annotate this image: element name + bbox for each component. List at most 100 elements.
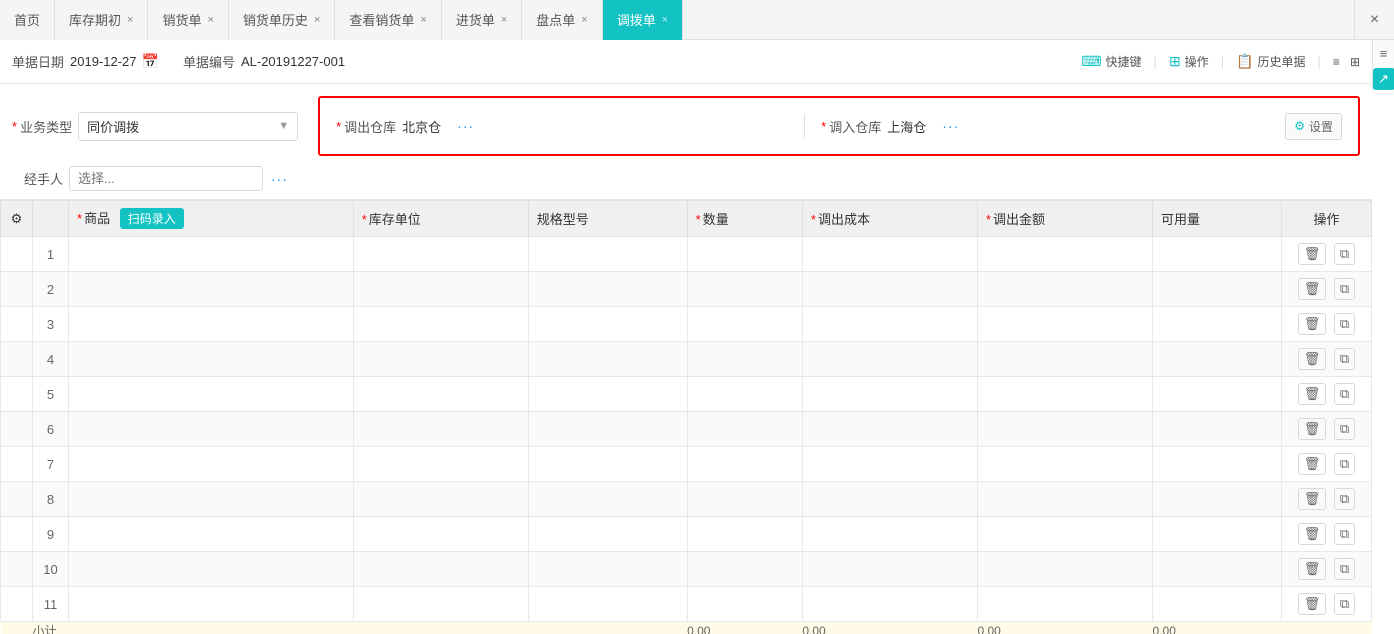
close-tab-sales-order[interactable]: ×	[207, 14, 213, 26]
copy-row-button[interactable]: ⧉	[1334, 348, 1355, 370]
delete-row-button[interactable]: 🗑	[1298, 348, 1327, 370]
row-qty-cell[interactable]	[687, 587, 802, 622]
row-available-cell[interactable]	[1153, 447, 1282, 482]
row-unit-cell[interactable]	[353, 517, 528, 552]
row-qty-cell[interactable]	[687, 377, 802, 412]
row-amount-cell[interactable]	[977, 377, 1152, 412]
row-available-cell[interactable]	[1153, 552, 1282, 587]
row-spec-cell[interactable]	[528, 412, 687, 447]
handler-more-button[interactable]: ···	[271, 171, 288, 187]
row-unit-cell[interactable]	[353, 377, 528, 412]
row-cost-cell[interactable]	[802, 272, 977, 307]
row-cost-cell[interactable]	[802, 517, 977, 552]
row-cost-cell[interactable]	[802, 342, 977, 377]
row-unit-cell[interactable]	[353, 412, 528, 447]
row-unit-cell[interactable]	[353, 447, 528, 482]
tab-home[interactable]: 首页	[0, 0, 55, 40]
copy-row-button[interactable]: ⧉	[1334, 278, 1355, 300]
row-qty-cell[interactable]	[687, 342, 802, 377]
copy-row-button[interactable]: ⧉	[1334, 243, 1355, 265]
business-type-dropdown[interactable]: 同价调拨 ▼	[78, 112, 298, 141]
row-available-cell[interactable]	[1153, 517, 1282, 552]
row-product-cell[interactable]	[69, 237, 354, 272]
tab-view-sales[interactable]: 查看销货单 ×	[335, 0, 441, 40]
row-spec-cell[interactable]	[528, 307, 687, 342]
history-button[interactable]: 📋 历史单据	[1236, 53, 1305, 70]
row-unit-cell[interactable]	[353, 237, 528, 272]
row-qty-cell[interactable]	[687, 517, 802, 552]
copy-row-button[interactable]: ⧉	[1334, 313, 1355, 335]
row-cost-cell[interactable]	[802, 587, 977, 622]
row-unit-cell[interactable]	[353, 307, 528, 342]
row-spec-cell[interactable]	[528, 447, 687, 482]
row-available-cell[interactable]	[1153, 482, 1282, 517]
tab-stocktake[interactable]: 盘点单 ×	[522, 0, 602, 40]
row-cost-cell[interactable]	[802, 307, 977, 342]
row-spec-cell[interactable]	[528, 552, 687, 587]
row-unit-cell[interactable]	[353, 272, 528, 307]
close-all-tabs-button[interactable]: ×	[1354, 0, 1394, 40]
row-qty-cell[interactable]	[687, 412, 802, 447]
copy-row-button[interactable]: ⧉	[1334, 453, 1355, 475]
row-cost-cell[interactable]	[802, 447, 977, 482]
row-amount-cell[interactable]	[977, 552, 1152, 587]
th-gear[interactable]: ⚙	[1, 201, 33, 237]
row-spec-cell[interactable]	[528, 517, 687, 552]
row-available-cell[interactable]	[1153, 377, 1282, 412]
row-available-cell[interactable]	[1153, 587, 1282, 622]
row-cost-cell[interactable]	[802, 377, 977, 412]
tab-sales-history[interactable]: 销货单历史 ×	[229, 0, 335, 40]
copy-row-button[interactable]: ⧉	[1334, 523, 1355, 545]
panel-list-icon[interactable]: ≡	[1375, 44, 1393, 62]
row-product-cell[interactable]	[69, 412, 354, 447]
row-qty-cell[interactable]	[687, 482, 802, 517]
row-cost-cell[interactable]	[802, 552, 977, 587]
row-product-cell[interactable]	[69, 587, 354, 622]
shortcuts-button[interactable]: ⌨ 快捷键	[1081, 53, 1141, 70]
row-unit-cell[interactable]	[353, 552, 528, 587]
row-available-cell[interactable]	[1153, 307, 1282, 342]
row-cost-cell[interactable]	[802, 482, 977, 517]
row-amount-cell[interactable]	[977, 412, 1152, 447]
row-unit-cell[interactable]	[353, 482, 528, 517]
warehouse-out-more-button[interactable]: ···	[457, 118, 474, 134]
row-qty-cell[interactable]	[687, 307, 802, 342]
row-product-cell[interactable]	[69, 517, 354, 552]
row-spec-cell[interactable]	[528, 237, 687, 272]
delete-row-button[interactable]: 🗑	[1298, 523, 1327, 545]
row-product-cell[interactable]	[69, 307, 354, 342]
layout-grid-button[interactable]: ⊞	[1350, 55, 1360, 69]
layout-list-button[interactable]: ≡	[1333, 55, 1340, 69]
copy-row-button[interactable]: ⧉	[1334, 418, 1355, 440]
close-tab-inventory-init[interactable]: ×	[127, 14, 133, 26]
delete-row-button[interactable]: 🗑	[1298, 593, 1327, 615]
tab-purchase-order[interactable]: 进货单 ×	[442, 0, 522, 40]
row-qty-cell[interactable]	[687, 552, 802, 587]
row-unit-cell[interactable]	[353, 342, 528, 377]
tab-sales-order[interactable]: 销货单 ×	[148, 0, 228, 40]
handler-input[interactable]	[69, 166, 263, 191]
delete-row-button[interactable]: 🗑	[1298, 383, 1327, 405]
copy-row-button[interactable]: ⧉	[1334, 558, 1355, 580]
tab-inventory-init[interactable]: 库存期初 ×	[55, 0, 148, 40]
delete-row-button[interactable]: 🗑	[1298, 418, 1327, 440]
row-spec-cell[interactable]	[528, 342, 687, 377]
copy-row-button[interactable]: ⧉	[1334, 383, 1355, 405]
row-amount-cell[interactable]	[977, 237, 1152, 272]
row-available-cell[interactable]	[1153, 237, 1282, 272]
delete-row-button[interactable]: 🗑	[1298, 488, 1327, 510]
row-spec-cell[interactable]	[528, 587, 687, 622]
settings-button[interactable]: ⚙ 设置	[1285, 113, 1342, 140]
row-amount-cell[interactable]	[977, 587, 1152, 622]
row-cost-cell[interactable]	[802, 412, 977, 447]
close-tab-stocktake[interactable]: ×	[581, 14, 587, 26]
panel-export-icon[interactable]: ↗	[1373, 68, 1394, 90]
delete-row-button[interactable]: 🗑	[1298, 278, 1327, 300]
row-cost-cell[interactable]	[802, 237, 977, 272]
row-amount-cell[interactable]	[977, 482, 1152, 517]
tab-transfer[interactable]: 调拨单 ×	[603, 0, 683, 40]
row-available-cell[interactable]	[1153, 342, 1282, 377]
row-spec-cell[interactable]	[528, 482, 687, 517]
copy-row-button[interactable]: ⧉	[1334, 488, 1355, 510]
warehouse-in-more-button[interactable]: ···	[942, 118, 959, 134]
